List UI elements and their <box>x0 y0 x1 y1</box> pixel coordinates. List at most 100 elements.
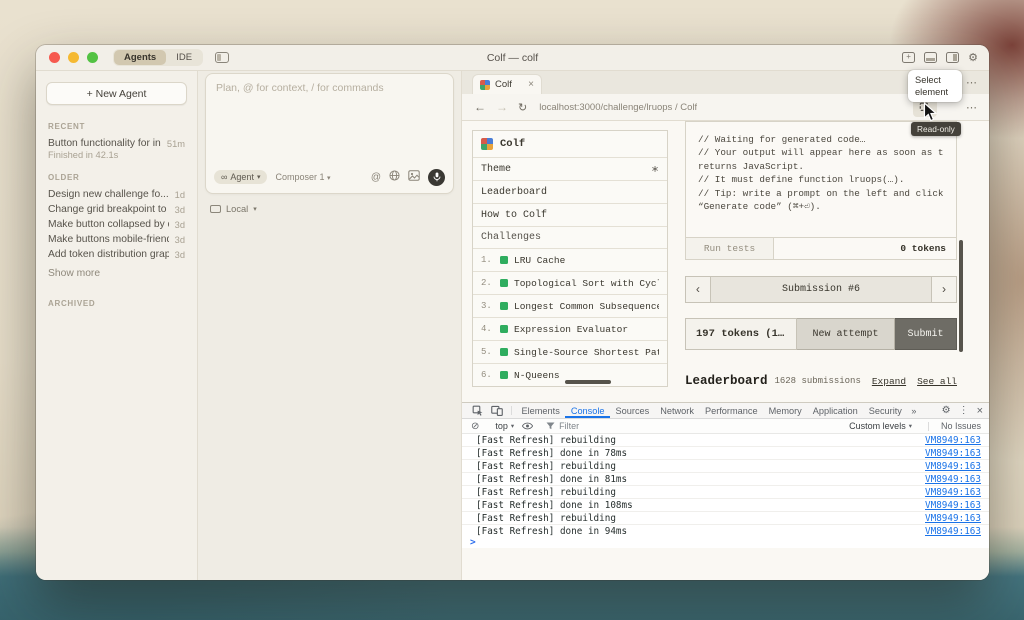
challenge-item[interactable]: 5. Single-Source Shortest Paths <box>473 340 667 363</box>
expand-link[interactable]: Expand <box>872 376 906 387</box>
console-source-link[interactable]: VM8949:163 <box>913 487 981 498</box>
log-levels-selector[interactable]: Custom levels ▾ <box>845 421 916 431</box>
devtools-settings-icon[interactable]: ⚙ <box>942 405 951 416</box>
new-attempt-button[interactable]: New attempt <box>797 318 895 350</box>
console-source-link[interactable]: VM8949:163 <box>913 513 981 524</box>
devtools-tab-elements[interactable]: Elements <box>516 403 565 418</box>
close-window-button[interactable] <box>49 52 60 63</box>
devtools-tab-security[interactable]: Security <box>863 403 907 418</box>
console-toolbar: ⊘ top ▾ Filter Custom levels <box>462 419 989 434</box>
tab-agents[interactable]: Agents <box>114 50 166 65</box>
vertical-scrollbar-thumb[interactable] <box>959 240 963 352</box>
agent-item-time: 51m <box>167 139 185 149</box>
theme-toggle-icon[interactable]: ∗ <box>651 162 659 177</box>
reload-icon[interactable]: ↻ <box>518 101 527 114</box>
device-toolbar-icon[interactable] <box>487 403 507 418</box>
console-log-row[interactable]: [Fast Refresh] rebuilding VM8949:163 <box>462 434 989 447</box>
devtools-menu-icon[interactable]: ⋮ <box>959 405 969 416</box>
settings-gear-icon[interactable]: ⚙ <box>968 51 978 64</box>
challenge-name: Topological Sort with Cycle… <box>514 278 659 289</box>
agent-list-item[interactable]: Design new challenge fo... 1d <box>36 186 197 201</box>
voice-mic-button[interactable] <box>428 169 445 186</box>
devtools-tab-network[interactable]: Network <box>655 403 700 418</box>
colf-brand-row[interactable]: Colf <box>473 131 667 157</box>
devtools-inspect-icon[interactable] <box>468 403 487 418</box>
console-source-link[interactable]: VM8949:163 <box>913 435 981 446</box>
agent-list-item[interactable]: Add token distribution grap... 3d <box>36 246 197 261</box>
agent-item-time: 3d <box>175 220 185 230</box>
url-bar[interactable]: localhost:3000/challenge/lruops / Colf <box>539 102 697 113</box>
console-log-row[interactable]: [Fast Refresh] done in 81ms VM8949:163 <box>462 473 989 486</box>
horizontal-scrollbar-thumb[interactable] <box>565 380 611 384</box>
tabstrip-more-icon[interactable]: ⋯ <box>966 76 977 89</box>
console-source-link[interactable]: VM8949:163 <box>913 474 981 485</box>
console-log-row[interactable]: [Fast Refresh] rebuilding VM8949:163 <box>462 486 989 499</box>
agent-list-item[interactable]: Make buttons mobile-friend... 3d <box>36 231 197 246</box>
composer-card[interactable]: ∞ Agent ▾ Composer 1 ▾ @ <box>205 73 454 194</box>
devtools-tab-application[interactable]: Application <box>807 403 863 418</box>
console-filter-input[interactable]: Filter <box>559 421 579 431</box>
agent-mode-selector[interactable]: ∞ Agent ▾ <box>214 170 267 184</box>
devtools-tab-console[interactable]: Console <box>565 403 610 418</box>
environment-selector[interactable]: Local ▾ <box>210 204 257 214</box>
model-selector[interactable]: Composer 1 ▾ <box>275 172 330 182</box>
devtools-close-icon[interactable]: × <box>977 405 983 417</box>
submit-button[interactable]: Submit <box>895 318 957 350</box>
challenge-item[interactable]: 2. Topological Sort with Cycle… <box>473 271 667 294</box>
minimize-window-button[interactable] <box>68 52 79 63</box>
console-source-link[interactable]: VM8949:163 <box>913 500 981 511</box>
infinity-icon: ∞ <box>221 172 227 182</box>
context-selector[interactable]: top ▾ <box>491 421 518 431</box>
new-panel-icon[interactable]: + <box>902 52 915 63</box>
console-source-link[interactable]: VM8949:163 <box>913 448 981 459</box>
back-icon[interactable]: ← <box>474 100 486 114</box>
forward-icon[interactable]: → <box>496 100 508 114</box>
nav-item-theme[interactable]: Theme ∗ <box>473 157 667 180</box>
devtools-tab-memory[interactable]: Memory <box>763 403 807 418</box>
no-issues-label[interactable]: No Issues <box>941 421 981 431</box>
devtools-tab-performance[interactable]: Performance <box>699 403 763 418</box>
web-page-content: Colf Theme ∗ Leaderboard How to Colf Cha… <box>462 121 989 402</box>
new-agent-button[interactable]: + New Agent <box>46 82 187 105</box>
navbar-more-icon[interactable]: ⋯ <box>966 101 977 114</box>
challenge-item[interactable]: 3. Longest Common Subsequence <box>473 294 667 317</box>
next-submission-button[interactable]: › <box>931 277 956 302</box>
tab-ide[interactable]: IDE <box>166 50 202 65</box>
console-log-row[interactable]: [Fast Refresh] done in 108ms VM8949:163 <box>462 499 989 512</box>
web-icon[interactable] <box>389 168 400 186</box>
console-prompt[interactable]: > <box>462 537 989 548</box>
zoom-window-button[interactable] <box>87 52 98 63</box>
console-log-row[interactable]: [Fast Refresh] done in 78ms VM8949:163 <box>462 447 989 460</box>
challenge-item[interactable]: 1. LRU Cache <box>473 248 667 271</box>
console-source-link[interactable]: VM8949:163 <box>913 526 981 537</box>
nav-item-how-to-colf[interactable]: How to Colf <box>473 203 667 226</box>
console-log-row[interactable]: [Fast Refresh] done in 94ms VM8949:163 <box>462 525 989 537</box>
composer-input[interactable] <box>216 82 443 94</box>
agent-list-item[interactable]: Make button collapsed by d... 3d <box>36 216 197 231</box>
console-log-message: [Fast Refresh] rebuilding <box>476 435 616 446</box>
run-tests-button[interactable]: Run tests <box>686 238 774 259</box>
console-log-message: [Fast Refresh] done in 78ms <box>476 448 627 459</box>
mention-icon[interactable]: @ <box>371 172 381 183</box>
agent-list-item[interactable]: Change grid breakpoint to l... 3d <box>36 201 197 216</box>
see-all-link[interactable]: See all <box>917 376 957 387</box>
console-log-row[interactable]: [Fast Refresh] rebuilding VM8949:163 <box>462 512 989 525</box>
more-tabs-icon[interactable]: » <box>907 403 920 418</box>
prev-submission-button[interactable]: ‹ <box>686 277 711 302</box>
browser-tab-colf[interactable]: Colf × <box>472 74 542 94</box>
nav-item-leaderboard[interactable]: Leaderboard <box>473 180 667 203</box>
toggle-sidebar-icon[interactable] <box>215 52 229 63</box>
console-source-link[interactable]: VM8949:163 <box>913 461 981 472</box>
panel-right-icon[interactable] <box>946 52 959 63</box>
close-tab-icon[interactable]: × <box>528 79 534 90</box>
challenge-item[interactable]: 4. Expression Evaluator <box>473 317 667 340</box>
panel-bottom-icon[interactable] <box>924 52 937 63</box>
show-more-link[interactable]: Show more <box>36 261 197 281</box>
clear-console-icon[interactable]: ⊘ <box>468 421 482 432</box>
image-icon[interactable] <box>408 168 420 186</box>
agent-list-item[interactable]: Button functionality for in... 51m Finis… <box>36 135 197 165</box>
console-log-row[interactable]: [Fast Refresh] rebuilding VM8949:163 <box>462 460 989 473</box>
eye-icon[interactable] <box>518 422 537 430</box>
devtools-tab-sources[interactable]: Sources <box>610 403 655 418</box>
log-levels-label: Custom levels <box>849 421 906 431</box>
